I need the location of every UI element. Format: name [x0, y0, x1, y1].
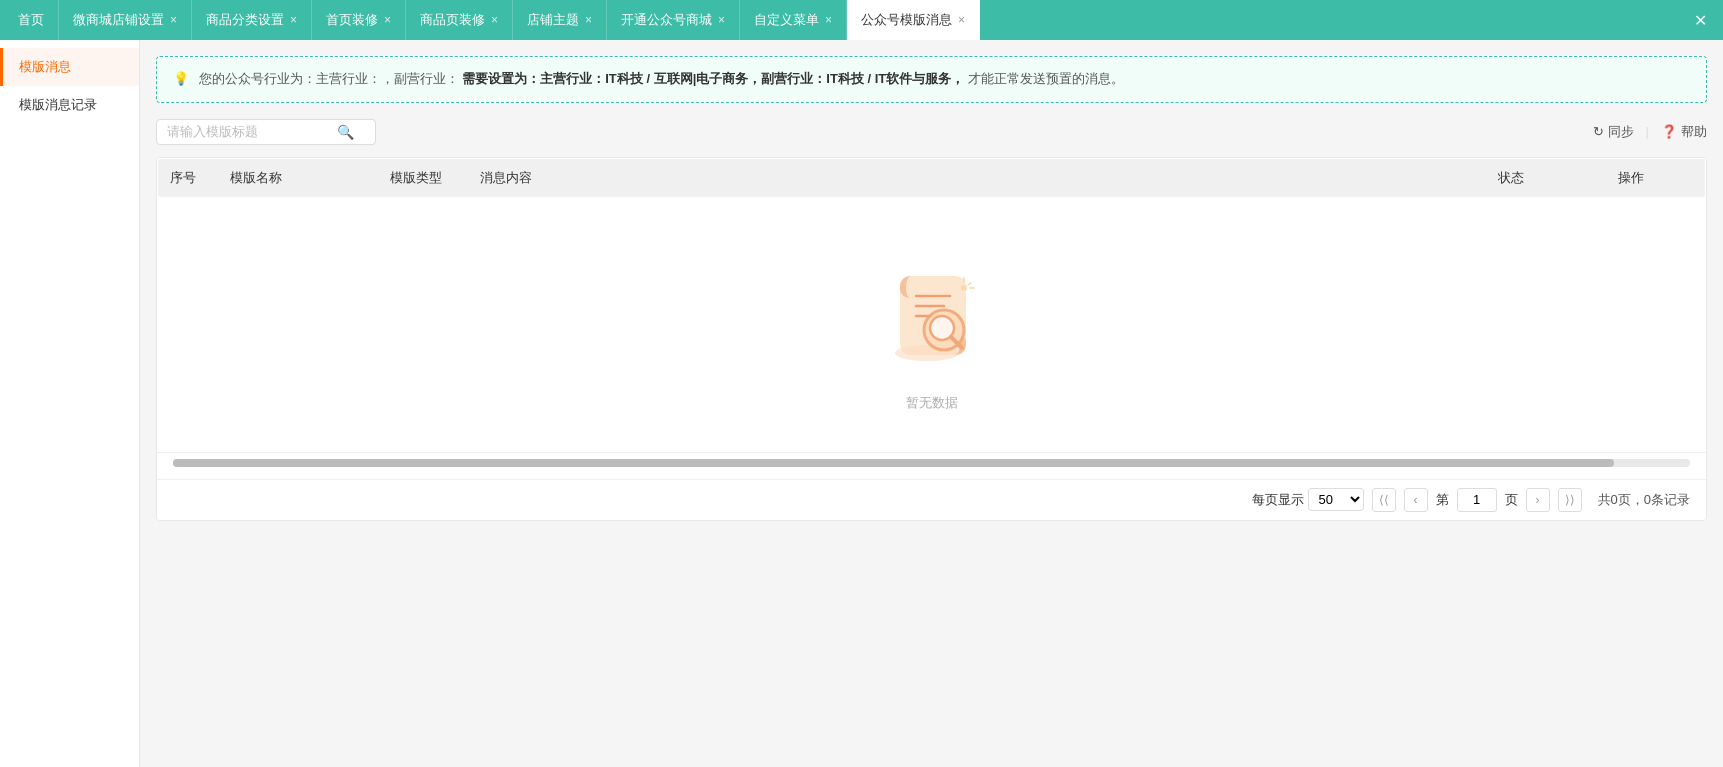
table-col-2: 模版类型: [378, 158, 468, 197]
tab-category-setting[interactable]: 商品分类设置 ×: [192, 0, 312, 40]
empty-state: 暂无数据: [157, 198, 1706, 452]
tab-bar-close-button[interactable]: ✕: [1682, 11, 1719, 30]
table-col-4: 状态: [1486, 158, 1606, 197]
main-layout: 模版消息模版消息记录 💡 您的公众号行业为：主营行业：，副营行业： 需要设置为：…: [0, 40, 1723, 767]
tab-bar: 首页微商城店铺设置 ×商品分类设置 ×首页装修 ×商品页装修 ×店铺主题 ×开通…: [0, 0, 1723, 40]
page-total: 共0页，0条记录: [1598, 491, 1690, 509]
page-size-dropdown[interactable]: 50 20 100: [1308, 488, 1364, 511]
notice-prefix: 您的公众号行业为：主营行业：，副营行业：: [199, 71, 459, 86]
notice-highlight: 需要设置为：主营行业：IT科技 / 互联网|电子商务，副营行业：IT科技 / I…: [462, 71, 964, 86]
sidebar-item-template-msg[interactable]: 模版消息: [0, 48, 139, 86]
tab-close-shop-setting[interactable]: ×: [170, 13, 177, 27]
sidebar: 模版消息模版消息记录: [0, 40, 140, 767]
scroll-thumb[interactable]: [173, 459, 1614, 467]
tab-template-msg[interactable]: 公众号模版消息 ×: [847, 0, 980, 40]
page-unit-label: 页: [1505, 491, 1518, 509]
tab-close-shop-theme[interactable]: ×: [585, 13, 592, 27]
pagination: 每页显示 50 20 100 ⟨⟨ ‹ 第 页 › ⟩⟩ 共0页，0条记录: [157, 479, 1706, 520]
tab-shop-setting[interactable]: 微商城店铺设置 ×: [59, 0, 192, 40]
table-col-3: 消息内容: [468, 158, 1486, 197]
scroll-bar-area: [157, 452, 1706, 479]
page-nav-prev[interactable]: ‹: [1404, 488, 1428, 512]
sync-label: 同步: [1608, 123, 1634, 141]
table-container: 序号模版名称模版类型消息内容状态操作: [156, 157, 1707, 521]
page-nav-next[interactable]: ›: [1526, 488, 1550, 512]
sync-icon: ↻: [1593, 124, 1604, 139]
scroll-track[interactable]: [173, 459, 1690, 467]
page-nav-last[interactable]: ⟩⟩: [1558, 488, 1582, 512]
page-nav-first[interactable]: ⟨⟨: [1372, 488, 1396, 512]
notice-suffix: 才能正常发送预置的消息。: [968, 71, 1124, 86]
tab-open-mall[interactable]: 开通公众号商城 ×: [607, 0, 740, 40]
tab-shop-theme[interactable]: 店铺主题 ×: [513, 0, 607, 40]
search-icon[interactable]: 🔍: [337, 124, 354, 140]
tab-product-decor[interactable]: 商品页装修 ×: [406, 0, 513, 40]
tab-close-category-setting[interactable]: ×: [290, 13, 297, 27]
sidebar-item-template-record[interactable]: 模版消息记录: [0, 86, 139, 124]
svg-line-9: [968, 283, 971, 285]
page-size-select: 每页显示 50 20 100: [1252, 488, 1364, 511]
table-col-5: 操作: [1606, 158, 1706, 197]
search-input[interactable]: [167, 124, 337, 139]
sync-button[interactable]: ↻ 同步: [1593, 123, 1634, 141]
help-button[interactable]: ❓ 帮助: [1661, 123, 1707, 141]
table-col-0: 序号: [158, 158, 218, 197]
tab-close-template-msg[interactable]: ×: [958, 13, 965, 27]
data-table: 序号模版名称模版类型消息内容状态操作: [157, 158, 1706, 198]
tab-home[interactable]: 首页: [4, 0, 59, 40]
search-bar: 🔍 ↻ 同步 | ❓ 帮助: [156, 119, 1707, 145]
content-area: 💡 您的公众号行业为：主营行业：，副营行业： 需要设置为：主营行业：IT科技 /…: [140, 40, 1723, 767]
toolbar-divider: |: [1646, 124, 1649, 139]
notice-icon: 💡: [173, 71, 189, 86]
page-di-label: 第: [1436, 491, 1449, 509]
help-icon: ❓: [1661, 124, 1677, 139]
tab-close-open-mall[interactable]: ×: [718, 13, 725, 27]
empty-icon: [872, 258, 992, 378]
page-number-input[interactable]: [1457, 488, 1497, 512]
tab-close-custom-menu[interactable]: ×: [825, 13, 832, 27]
tab-home-decor[interactable]: 首页装修 ×: [312, 0, 406, 40]
tab-close-product-decor[interactable]: ×: [491, 13, 498, 27]
toolbar-right: ↻ 同步 | ❓ 帮助: [1593, 123, 1707, 141]
tab-custom-menu[interactable]: 自定义菜单 ×: [740, 0, 847, 40]
search-input-wrap: 🔍: [156, 119, 376, 145]
page-size-label: 每页显示: [1252, 491, 1304, 509]
tab-close-home-decor[interactable]: ×: [384, 13, 391, 27]
table-col-1: 模版名称: [218, 158, 378, 197]
svg-point-7: [961, 285, 967, 291]
help-label: 帮助: [1681, 123, 1707, 141]
empty-text: 暂无数据: [906, 394, 958, 412]
notice-box: 💡 您的公众号行业为：主营行业：，副营行业： 需要设置为：主营行业：IT科技 /…: [156, 56, 1707, 103]
